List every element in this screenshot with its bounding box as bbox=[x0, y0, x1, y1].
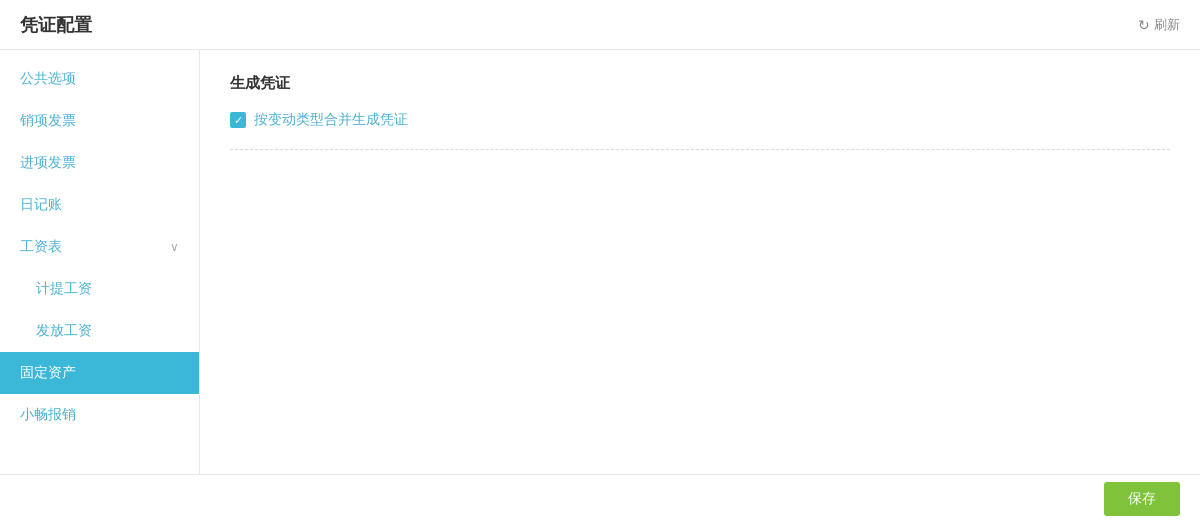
page-title: 凭证配置 bbox=[20, 13, 92, 37]
sidebar-item-label: 日记账 bbox=[20, 196, 62, 214]
sidebar-item-label: 公共选项 bbox=[20, 70, 76, 88]
sidebar-item-label: 固定资产 bbox=[20, 364, 76, 382]
refresh-icon: ↻ bbox=[1138, 17, 1150, 33]
check-icon: ✓ bbox=[234, 115, 243, 126]
page-header: 凭证配置 ↻ 刷新 bbox=[0, 0, 1200, 50]
merge-checkbox[interactable]: ✓ bbox=[230, 112, 246, 128]
sidebar-item-sales-invoice[interactable]: 销项发票 bbox=[0, 100, 199, 142]
content-area: 生成凭证 ✓ 按变动类型合并生成凭证 bbox=[200, 50, 1200, 474]
sidebar-item-label: 计提工资 bbox=[36, 280, 92, 298]
sidebar-item-label: 小畅报销 bbox=[20, 406, 76, 424]
sidebar-item-journal[interactable]: 日记账 bbox=[0, 184, 199, 226]
checkbox-label[interactable]: 按变动类型合并生成凭证 bbox=[254, 111, 408, 129]
save-button[interactable]: 保存 bbox=[1104, 482, 1180, 516]
section-divider bbox=[230, 149, 1170, 150]
sidebar-item-payroll-distribute[interactable]: 发放工资 bbox=[0, 310, 199, 352]
sidebar-item-label: 发放工资 bbox=[36, 322, 92, 340]
sidebar-item-label: 进项发票 bbox=[20, 154, 76, 172]
sidebar-item-payroll-table[interactable]: 工资表 ∨ bbox=[0, 226, 199, 268]
checkbox-row: ✓ 按变动类型合并生成凭证 bbox=[230, 111, 1170, 129]
sidebar: 公共选项销项发票进项发票日记账工资表 ∨ 计提工资发放工资固定资产小畅报销 bbox=[0, 50, 200, 474]
sidebar-item-fixed-assets[interactable]: 固定资产 bbox=[0, 352, 199, 394]
sidebar-item-label: 工资表 bbox=[20, 238, 62, 256]
main-layout: 公共选项销项发票进项发票日记账工资表 ∨ 计提工资发放工资固定资产小畅报销 生成凭证… bbox=[0, 50, 1200, 474]
chevron-down-icon: ∨ bbox=[170, 240, 179, 254]
sidebar-item-expense-reimbursement[interactable]: 小畅报销 bbox=[0, 394, 199, 436]
sidebar-item-label: 销项发票 bbox=[20, 112, 76, 130]
sidebar-item-payroll-accrual[interactable]: 计提工资 bbox=[0, 268, 199, 310]
refresh-label: 刷新 bbox=[1154, 16, 1180, 34]
sidebar-item-purchase-invoice[interactable]: 进项发票 bbox=[0, 142, 199, 184]
bottom-bar: 保存 bbox=[0, 474, 1200, 522]
refresh-button[interactable]: ↻ 刷新 bbox=[1138, 16, 1180, 34]
sidebar-item-public-options[interactable]: 公共选项 bbox=[0, 58, 199, 100]
section-title: 生成凭证 bbox=[230, 74, 1170, 93]
